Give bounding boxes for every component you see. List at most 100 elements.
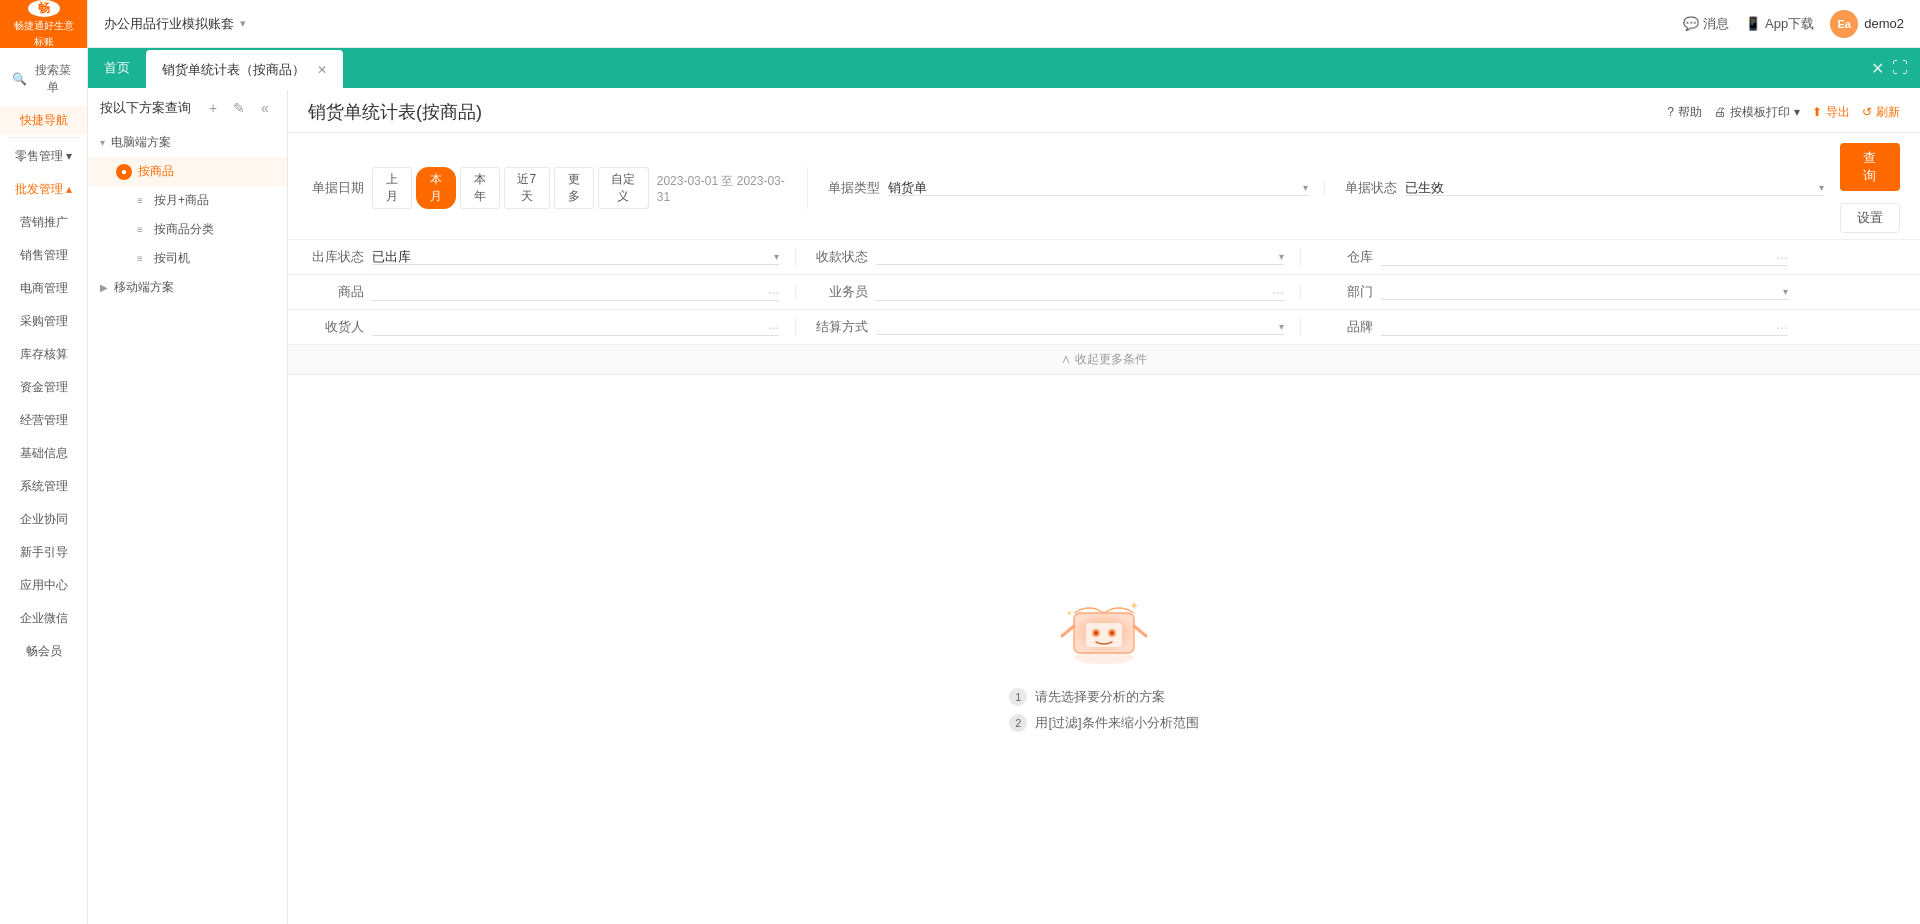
print-btn[interactable]: 🖨 按模板打印 ▾ (1714, 104, 1800, 121)
chevron-right-icon: ▶ (100, 282, 108, 293)
empty-step-2: 2 用[过滤]条件来缩小分析范围 (1009, 714, 1198, 732)
date-btn-last-month[interactable]: 上月 (372, 167, 412, 209)
tree-item-by-product[interactable]: ● 按商品 (88, 157, 287, 186)
brand-input[interactable] (1381, 319, 1777, 334)
left-panel-header: 按以下方案查询 + ✎ « (88, 88, 287, 128)
warehouse-dots[interactable]: ··· (1776, 249, 1788, 265)
sidebar-item-finance[interactable]: 资金管理 (0, 371, 87, 404)
date-btn-this-year[interactable]: 本年 (460, 167, 500, 209)
quick-nav[interactable]: 快捷导航 (0, 106, 87, 135)
product-filter: 商品 ··· (308, 283, 796, 301)
user-info[interactable]: Ea demo2 (1830, 10, 1904, 38)
sidebar-item-corp-wechat[interactable]: 企业微信 (0, 602, 87, 635)
messages-btn[interactable]: 💬 消息 (1683, 15, 1729, 33)
page-title: 销货单统计表(按商品) (308, 100, 482, 124)
receiver-filter: 收货人 ··· (308, 318, 796, 336)
product-input[interactable] (372, 284, 768, 299)
tree-group-mobile-header[interactable]: ▶ 移动端方案 (88, 273, 287, 302)
tab-close-all-btn[interactable]: ✕ (1871, 59, 1884, 78)
tree-sub-icon-cashier: ≡ (132, 251, 148, 267)
salesperson-filter: 业务员 ··· (812, 283, 1300, 301)
brand-label: 品牌 (1317, 318, 1381, 336)
user-name: demo2 (1864, 16, 1904, 31)
salesperson-input[interactable] (876, 284, 1272, 299)
sidebar-item-enterprise[interactable]: 企业协同 (0, 503, 87, 536)
doc-type-arrow[interactable]: ▾ (1303, 182, 1308, 193)
svg-point-6 (1110, 631, 1114, 635)
tab-sales-stat[interactable]: 销货单统计表（按商品） ✕ (146, 50, 343, 90)
sidebar-item-wholesale[interactable]: 批发管理 ▴ (0, 173, 87, 206)
app-download-btn[interactable]: 📱 App下载 (1745, 15, 1814, 33)
payment-status-input[interactable] (876, 249, 1278, 264)
tab-expand-btn[interactable]: ⛶ (1892, 59, 1908, 78)
logo-sub: 标账 (34, 35, 54, 49)
sidebar-item-purchase[interactable]: 采购管理 (0, 305, 87, 338)
settings-button[interactable]: 设置 (1840, 203, 1900, 233)
receiver-label: 收货人 (308, 318, 372, 336)
settlement-arrow[interactable]: ▾ (1279, 321, 1284, 332)
warehouse-status-arrow[interactable]: ▾ (774, 251, 779, 262)
edit-scheme-btn[interactable]: ✎ (229, 98, 249, 118)
add-scheme-btn[interactable]: + (203, 98, 223, 118)
tree-item-by-month-product[interactable]: ≡ 按月+商品 (88, 186, 287, 215)
brand-dots[interactable]: ··· (1776, 319, 1788, 335)
sidebar-item-retail[interactable]: 零售管理 ▾ (0, 140, 87, 173)
warehouse-input[interactable] (1381, 249, 1777, 264)
warehouse-status-input[interactable] (372, 249, 774, 264)
empty-state: ✦ ✦ 1 请先选择要分析的方案 2 用[过滤]条件来缩小分析范围 (288, 375, 1920, 924)
department-input[interactable] (1381, 284, 1783, 299)
tree-item-by-category[interactable]: ≡ 按商品分类 (88, 215, 287, 244)
tree-sub-icon-month: ≡ (132, 193, 148, 209)
tab-close-btn[interactable]: ✕ (317, 63, 327, 77)
warehouse-filter: 仓库 ··· (1317, 248, 1788, 266)
sidebar-item-apps[interactable]: 应用中心 (0, 569, 87, 602)
date-btn-custom[interactable]: 自定义 (598, 167, 649, 209)
sidebar-item-basic[interactable]: 基础信息 (0, 437, 87, 470)
query-button[interactable]: 查询 (1840, 143, 1900, 191)
sidebar-item-inventory[interactable]: 库存核算 (0, 338, 87, 371)
sidebar-item-ecommerce[interactable]: 电商管理 (0, 272, 87, 305)
tree-item-by-cashier[interactable]: ≡ 按司机 (88, 244, 287, 273)
industry-label: 办公用品行业模拟账套 (104, 15, 234, 33)
settlement-input[interactable] (876, 319, 1278, 334)
tree-item-cashier-label: 按司机 (154, 250, 190, 267)
doc-status-arrow[interactable]: ▾ (1819, 182, 1824, 193)
search-menu-button[interactable]: 🔍 搜索菜单 (8, 58, 79, 100)
receiver-input[interactable] (372, 319, 768, 334)
date-btn-more[interactable]: 更多 (554, 167, 594, 209)
receiver-dots[interactable]: ··· (768, 319, 780, 335)
date-btn-last-7days[interactable]: 近7天 (504, 167, 550, 209)
page-header-actions: ? 帮助 🖨 按模板打印 ▾ ⬆ 导出 ↺ 刷新 (1667, 104, 1900, 121)
payment-status-arrow[interactable]: ▾ (1279, 251, 1284, 262)
department-arrow[interactable]: ▾ (1783, 286, 1788, 297)
collapse-panel-btn[interactable]: « (255, 98, 275, 118)
tree-item-category-label: 按商品分类 (154, 221, 214, 238)
doc-type-input[interactable] (888, 180, 1302, 195)
sidebar-item-system[interactable]: 系统管理 (0, 470, 87, 503)
messages-icon: 💬 (1683, 16, 1699, 31)
doc-status-input[interactable] (1405, 180, 1819, 195)
date-buttons: 上月 本月 本年 近7天 更多 自定义 (372, 167, 649, 209)
salesperson-dots[interactable]: ··· (1272, 284, 1284, 300)
help-btn[interactable]: ? 帮助 (1667, 104, 1702, 121)
sidebar-item-member[interactable]: 畅会员 (0, 635, 87, 668)
sidebar-item-newcomer[interactable]: 新手引导 (0, 536, 87, 569)
date-label: 单据日期 (308, 179, 372, 197)
search-icon: 🔍 (12, 72, 27, 86)
export-icon: ⬆ (1812, 105, 1822, 119)
sidebar-item-marketing[interactable]: 营销推广 (0, 206, 87, 239)
tree-item-month-label: 按月+商品 (154, 192, 209, 209)
export-btn[interactable]: ⬆ 导出 (1812, 104, 1850, 121)
sidebar-item-sales[interactable]: 销售管理 (0, 239, 87, 272)
download-icon: 📱 (1745, 16, 1761, 31)
print-icon: 🖨 (1714, 105, 1726, 119)
app-logo[interactable]: 畅 畅捷通好生意 标账 (0, 0, 87, 48)
collapse-bar[interactable]: ∧ 收起更多条件 (288, 345, 1920, 375)
sidebar-item-operations[interactable]: 经营管理 (0, 404, 87, 437)
refresh-btn[interactable]: ↺ 刷新 (1862, 104, 1900, 121)
date-btn-this-month[interactable]: 本月 (416, 167, 456, 209)
tree-group-desktop-header[interactable]: ▾ 电脑端方案 (88, 128, 287, 157)
tab-home[interactable]: 首页 (88, 48, 146, 88)
product-dots[interactable]: ··· (768, 284, 780, 300)
tree-group-desktop: ▾ 电脑端方案 ● 按商品 ≡ 按月+商品 ≡ 按商品分类 ≡ 按司机 (88, 128, 287, 273)
